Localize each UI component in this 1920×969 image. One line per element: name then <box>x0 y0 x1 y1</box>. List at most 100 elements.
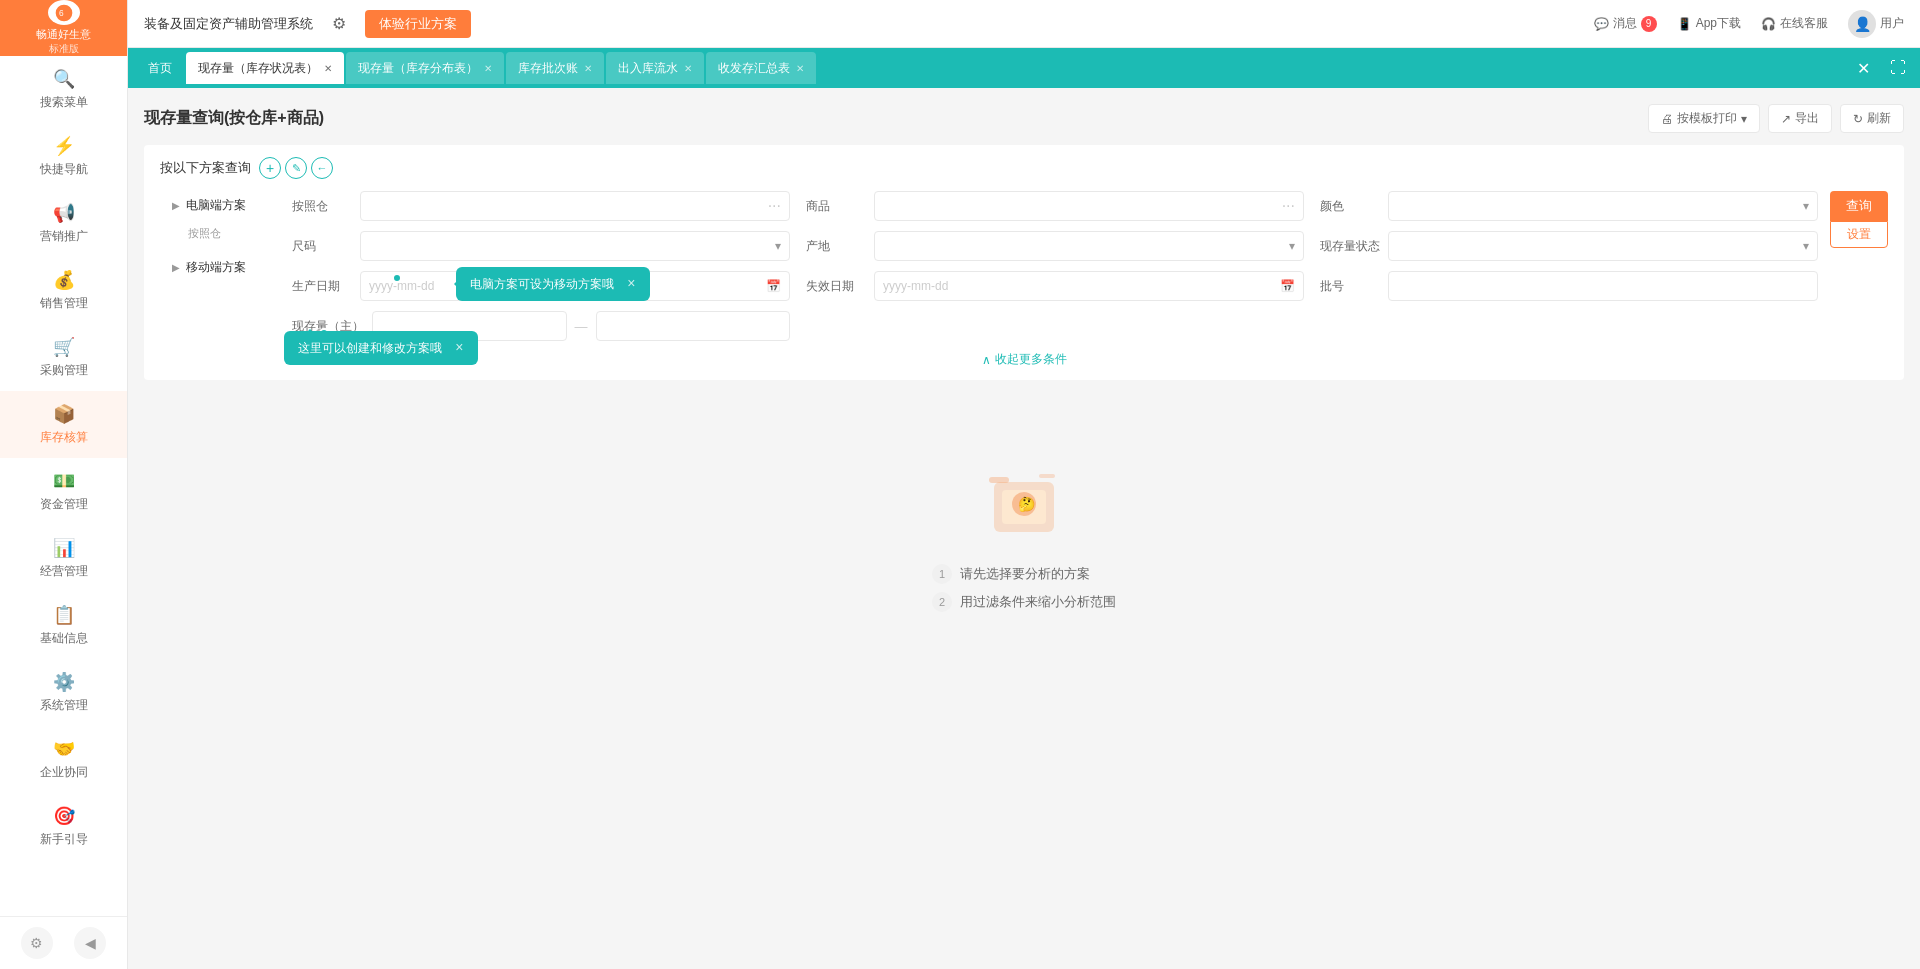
sidebar-item-label: 经营管理 <box>40 563 88 580</box>
step-1-num: 1 <box>932 564 952 584</box>
tab-close-stock-batch[interactable]: ✕ <box>584 63 592 74</box>
empty-illustration: 🤔 <box>974 452 1074 552</box>
batch-input[interactable] <box>1388 271 1818 301</box>
warehouse-input[interactable]: ··· <box>360 191 790 221</box>
scheme-mobile-label: 移动端方案 <box>186 259 246 276</box>
query-btn-group: 查询 设置 <box>1830 191 1888 341</box>
sidebar-item-guide[interactable]: 🎯 新手引导 <box>0 793 127 860</box>
tab-stock-status[interactable]: 现存量（库存状况表） ✕ <box>186 52 344 84</box>
support-btn[interactable]: 🎧 在线客服 <box>1761 15 1828 32</box>
back-scheme-btn[interactable]: ← <box>311 157 333 179</box>
finance-icon: 💵 <box>53 470 75 492</box>
basic-icon: 📋 <box>53 604 75 626</box>
settings-footer-btn[interactable]: ⚙ <box>21 927 53 959</box>
warehouse-dots-icon: ··· <box>768 197 781 215</box>
size-select[interactable]: ▾ <box>360 231 790 261</box>
create-tooltip-text: 这里可以创建和修改方案哦 <box>298 341 442 355</box>
reset-button[interactable]: 设置 <box>1830 221 1888 248</box>
tab-fullscreen-btn[interactable]: ⛶ <box>1884 57 1912 79</box>
tab-stock-flow[interactable]: 出入库流水 ✕ <box>606 52 704 84</box>
export-btn[interactable]: ↗ 导出 <box>1768 104 1832 133</box>
expire-date-input[interactable]: yyyy-mm-dd 📅 <box>874 271 1304 301</box>
sidebar-item-label: 库存核算 <box>40 429 88 446</box>
tab-close-collect-summary[interactable]: ✕ <box>796 63 804 74</box>
svg-text:6: 6 <box>59 8 64 18</box>
top-header-right: 💬 消息 9 📱 App下载 🎧 在线客服 👤 用户 <box>1594 10 1904 38</box>
filter-fields-grid: 按照仓 ··· 商品 ··· <box>292 191 1818 341</box>
empty-steps: 1 请先选择要分析的方案 2 用过滤条件来缩小分析范围 <box>932 564 1116 612</box>
create-tooltip-close[interactable]: × <box>455 339 463 355</box>
sidebar-item-finance[interactable]: 💵 资金管理 <box>0 458 127 525</box>
sidebar-item-operation[interactable]: 📊 经营管理 <box>0 525 127 592</box>
scheme-tree-child-pc[interactable]: 按照仓 <box>160 220 280 247</box>
search-icon: 🔍 <box>53 68 75 90</box>
scheme-tooltip-close[interactable]: × <box>627 275 635 291</box>
stock-main-max-input[interactable] <box>596 311 791 341</box>
tab-stock-dist[interactable]: 现存量（库存分布表） ✕ <box>346 52 504 84</box>
sidebar: 6 畅通好生意 标准版 🔍 搜索菜单 ⚡ 快捷导航 📢 营销推广 💰 销售管理 … <box>0 0 128 969</box>
expand-icon: ▶ <box>172 200 180 211</box>
quick-nav-icon: ⚡ <box>53 135 75 157</box>
collapse-btn[interactable]: ∧ 收起更多条件 <box>982 351 1067 368</box>
logo-text: 畅通好生意 <box>36 27 91 42</box>
query-button[interactable]: 查询 <box>1830 191 1888 221</box>
stock-status-select[interactable]: ▾ <box>1388 231 1818 261</box>
tab-close-stock-flow[interactable]: ✕ <box>684 63 692 74</box>
logo-sub: 标准版 <box>49 42 79 56</box>
sidebar-item-marketing[interactable]: 📢 营销推广 <box>0 190 127 257</box>
purchase-icon: 🛒 <box>53 336 75 358</box>
tab-stock-dist-label: 现存量（库存分布表） <box>358 60 478 77</box>
svg-rect-7 <box>1039 474 1055 478</box>
filter-field-size: 尺码 ▾ <box>292 231 790 261</box>
sidebar-item-basic[interactable]: 📋 基础信息 <box>0 592 127 659</box>
scheme-tree-parent-mobile[interactable]: ▶ 移动端方案 <box>160 253 280 282</box>
sidebar-item-system[interactable]: ⚙️ 系统管理 <box>0 659 127 726</box>
collapse-sidebar-btn[interactable]: ◀ <box>74 927 106 959</box>
filter-header: 按以下方案查询 + ✎ ← <box>160 157 1888 179</box>
filter-field-expire-date: 失效日期 yyyy-mm-dd 📅 <box>806 271 1304 301</box>
marketing-icon: 📢 <box>53 202 75 224</box>
filter-panel: 按以下方案查询 + ✎ ← ▶ 电脑端方案 <box>144 145 1904 380</box>
tab-close-stock-status[interactable]: ✕ <box>324 63 332 74</box>
user-btn[interactable]: 👤 用户 <box>1848 10 1904 38</box>
page-actions: 🖨 按模板打印 ▾ ↗ 导出 ↻ 刷新 <box>1648 104 1904 133</box>
goods-label: 商品 <box>806 198 866 215</box>
sidebar-item-inventory[interactable]: 📦 库存核算 <box>0 391 127 458</box>
goods-dots-icon: ··· <box>1282 197 1295 215</box>
sidebar-item-purchase[interactable]: 🛒 采购管理 <box>0 324 127 391</box>
page-title-bar: 现存量查询(按仓库+商品) 🖨 按模板打印 ▾ ↗ 导出 ↻ 刷新 <box>144 104 1904 133</box>
color-select[interactable]: ▾ <box>1388 191 1818 221</box>
message-btn[interactable]: 💬 消息 9 <box>1594 15 1657 32</box>
system-title: 装备及固定资产辅助管理系统 <box>144 15 313 33</box>
sidebar-logo: 6 畅通好生意 标准版 <box>0 0 127 56</box>
sidebar-item-label: 快捷导航 <box>40 161 88 178</box>
add-scheme-btn[interactable]: + <box>259 157 281 179</box>
sidebar-item-quick-nav[interactable]: ⚡ 快捷导航 <box>0 123 127 190</box>
sidebar-item-label: 基础信息 <box>40 630 88 647</box>
origin-select[interactable]: ▾ <box>874 231 1304 261</box>
app-download-btn[interactable]: 📱 App下载 <box>1677 15 1741 32</box>
tab-home-label: 首页 <box>148 60 172 77</box>
sidebar-item-sales[interactable]: 💰 销售管理 <box>0 257 127 324</box>
edit-scheme-btn[interactable]: ✎ <box>285 157 307 179</box>
tab-close-all-btn[interactable]: ✕ <box>1851 57 1876 80</box>
sidebar-item-search[interactable]: 🔍 搜索菜单 <box>0 56 127 123</box>
refresh-label: 刷新 <box>1867 110 1891 127</box>
tab-close-stock-dist[interactable]: ✕ <box>484 63 492 74</box>
filter-field-origin: 产地 ▾ <box>806 231 1304 261</box>
message-badge: 9 <box>1641 16 1657 32</box>
gear-button[interactable]: ⚙ <box>325 10 353 38</box>
goods-input[interactable]: ··· <box>874 191 1304 221</box>
tab-collect-summary[interactable]: 收发存汇总表 ✕ <box>706 52 816 84</box>
connector-dot-scheme <box>392 273 402 283</box>
scheme-tree-parent-pc[interactable]: ▶ 电脑端方案 <box>160 191 280 220</box>
filter-field-warehouse: 按照仓 ··· <box>292 191 790 221</box>
industry-button[interactable]: 体验行业方案 <box>365 10 471 38</box>
tab-stock-batch[interactable]: 库存批次账 ✕ <box>506 52 604 84</box>
empty-step-2: 2 用过滤条件来缩小分析范围 <box>932 592 1116 612</box>
sidebar-item-enterprise[interactable]: 🤝 企业协同 <box>0 726 127 793</box>
print-btn[interactable]: 🖨 按模板打印 ▾ <box>1648 104 1760 133</box>
refresh-btn[interactable]: ↻ 刷新 <box>1840 104 1904 133</box>
tab-home[interactable]: 首页 <box>136 52 184 84</box>
collapse-label: 收起更多条件 <box>995 351 1067 368</box>
